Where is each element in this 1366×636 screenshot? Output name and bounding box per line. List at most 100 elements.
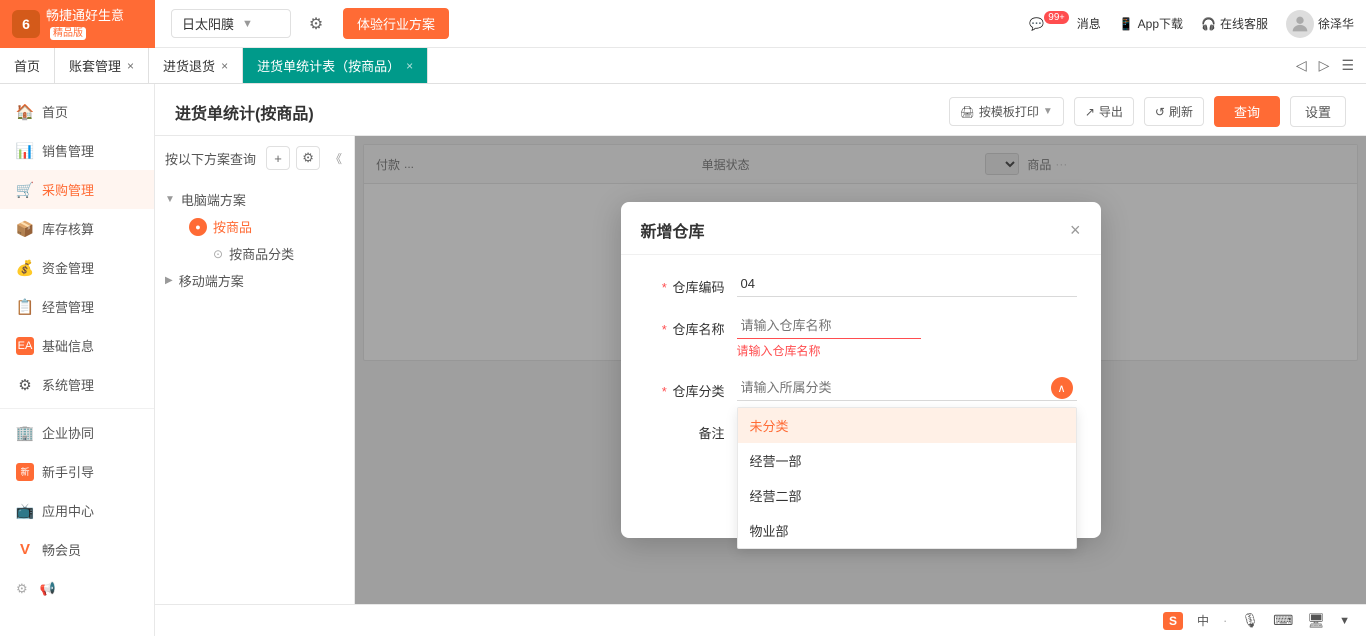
filter-tree: ▼ 电脑端方案 ● 按商品 ⊙ 按商品分类 ▶ [155,186,354,294]
export-icon: ↗ [1085,105,1095,119]
sidebar-item-inventory[interactable]: 📦 库存核算 [0,209,154,248]
content-body: 按以下方案查询 + ⚙ 《 ▼ 电脑端方案 ● 按商品 [155,136,1366,604]
sidebar-item-system[interactable]: ⚙ 系统管理 [0,365,154,404]
query-button[interactable]: 查询 [1214,96,1280,127]
finance-icon: 💰 [16,259,34,277]
print-button[interactable]: 🖨 按模板打印 ▼ [949,97,1064,126]
logo-text-area: 畅捷通好生意 精品版 [46,8,124,40]
app-download-item[interactable]: 📱 App下载 [1119,15,1183,32]
logo-area: 6 畅捷通好生意 精品版 [0,0,155,48]
speaker-icon[interactable]: 📢 [40,581,56,597]
tab-purchase-stats[interactable]: 进货单统计表（按商品） × [243,48,428,84]
dropdown-item-unclassified[interactable]: 未分类 [738,408,1076,443]
app-name: 畅捷通好生意 [46,8,124,25]
message-item[interactable]: 💬 99+ 消息 [1029,15,1100,32]
message-label: 消息 [1077,15,1101,32]
message-badge: 99+ [1044,11,1068,24]
collapse-button[interactable]: 《 [330,150,342,167]
tree-item-pc[interactable]: ▼ 电脑端方案 [165,186,354,213]
category-dropdown-arrow[interactable]: ∧ [1051,377,1073,399]
zh-icon[interactable]: 中 [1197,612,1209,629]
dropdown-item-dept1[interactable]: 经营一部 [738,443,1076,478]
sidebar-item-enterprise[interactable]: 🏢 企业协同 [0,413,154,452]
sidebar-item-purchase[interactable]: 🛒 采购管理 [0,170,154,209]
dropdown-item-dept2[interactable]: 经营二部 [738,478,1076,513]
tree-arrow-mobile: ▶ [165,275,173,286]
dropdown-bottom-icon[interactable]: ▼ [1339,615,1350,627]
close-tab-purchase-return[interactable]: × [221,59,228,73]
sidebar-item-operations[interactable]: 📋 经营管理 [0,287,154,326]
print-icon: 🖨 [960,105,975,119]
refresh-icon: ↺ [1155,105,1165,119]
export-button[interactable]: ↗ 导出 [1074,97,1134,126]
close-tab-purchase-stats[interactable]: × [406,59,413,73]
tab-home[interactable]: 首页 [0,48,55,84]
user-profile-item[interactable]: 徐泽华 [1286,10,1354,38]
app-center-icon: 📺 [16,502,34,520]
mobile-icon: 📱 [1119,17,1134,31]
monitor-icon[interactable]: 🖥 [1307,612,1325,629]
user-avatar [1286,10,1314,38]
store-name: 日太阳膜 [182,14,234,33]
tab-prev-btn[interactable]: ◁ [1292,55,1311,76]
sidebar: 🏠 首页 📊 销售管理 🛒 采购管理 📦 库存核算 💰 资金管理 📋 经营管理 … [0,84,155,636]
tree-item-mobile[interactable]: ▶ 移动端方案 [165,267,354,294]
category-input[interactable] [737,375,1077,401]
keyboard-icon[interactable]: ⌨ [1273,612,1293,629]
note-label: 备注 [645,417,725,442]
category-dropdown-wrap: ∧ 未分类 经营一部 [737,375,1077,401]
tree-sub-pc: ● 按商品 ⊙ 按商品分类 [165,213,354,267]
sidebar-item-finance[interactable]: 💰 资金管理 [0,248,154,287]
name-required-mark: * [662,322,667,337]
store-selector[interactable]: 日太阳膜 ▼ [171,9,291,38]
settings-bottom-icon[interactable]: ⚙ [16,581,28,597]
sidebar-item-sales[interactable]: 📊 销售管理 [0,131,154,170]
app-badge: 精品版 [50,27,86,40]
dropdown-item-property[interactable]: 物业部 [738,513,1076,548]
trial-button[interactable]: 体验行业方案 [343,8,449,39]
config-filter-btn[interactable]: ⚙ [296,146,320,170]
modal-title: 新增仓库 [641,218,705,242]
tab-next-btn[interactable]: ▷ [1315,55,1334,76]
tab-controls: ◁ ▷ ☰ [1284,55,1366,76]
user-name: 徐泽华 [1318,15,1354,32]
inventory-icon: 📦 [16,220,34,238]
name-error-area: 请输入仓库名称 [737,339,821,359]
right-content: 付款 ... 单据状态 商品 [355,136,1366,604]
online-service-item[interactable]: 🎧 在线客服 [1201,15,1268,32]
store-dropdown-arrow: ▼ [242,18,253,30]
print-arrow: ▼ [1043,106,1053,117]
tab-purchase-return[interactable]: 进货退货 × [149,48,243,84]
bottom-bar: S 中 · 🎙 ⌨ 🖥 ▼ [155,604,1366,636]
purchase-icon: 🛒 [16,181,34,199]
code-required-mark: * [662,280,667,295]
refresh-button[interactable]: ↺ 刷新 [1144,97,1204,126]
sidebar-item-guide[interactable]: 新 新手引导 [0,452,154,491]
tree-item-by-category[interactable]: ⊙ 按商品分类 [189,240,354,267]
add-filter-btn[interactable]: + [266,146,290,170]
operations-icon: 📋 [16,298,34,316]
sidebar-item-home[interactable]: 🏠 首页 [0,92,154,131]
top-header: 6 畅捷通好生意 精品版 日太阳膜 ▼ ⚙ 体验行业方案 💬 99+ 消息 📱 … [0,0,1366,48]
category-row: * 仓库分类 ∧ 未分类 [645,375,1077,401]
modal-close-button[interactable]: × [1070,220,1081,241]
close-tab-account[interactable]: × [127,59,134,73]
sidebar-divider [0,408,154,409]
sidebar-bottom: ⚙ 📢 [0,569,154,609]
vip-icon: V [16,541,34,559]
sidebar-item-basic[interactable]: EA 基础信息 [0,326,154,365]
modal-header: 新增仓库 × [621,202,1101,255]
mic-icon[interactable]: 🎙 [1241,612,1259,629]
modal-body: * 仓库编码 * 仓库名称 [621,255,1101,477]
tab-more-btn[interactable]: ☰ [1337,55,1358,76]
sidebar-item-vip[interactable]: V 畅会员 [0,530,154,569]
code-input[interactable] [737,271,1077,297]
name-input[interactable] [737,313,921,339]
page-title: 进货单统计(按商品) [175,100,314,124]
tab-account[interactable]: 账套管理 × [55,48,149,84]
tree-item-by-product[interactable]: ● 按商品 [189,213,354,240]
name-row: * 仓库名称 请输入仓库名称 [645,313,1077,359]
sidebar-item-app-center[interactable]: 📺 应用中心 [0,491,154,530]
set-button[interactable]: 设置 [1290,96,1346,127]
gear-button[interactable]: ⚙ [301,9,331,39]
